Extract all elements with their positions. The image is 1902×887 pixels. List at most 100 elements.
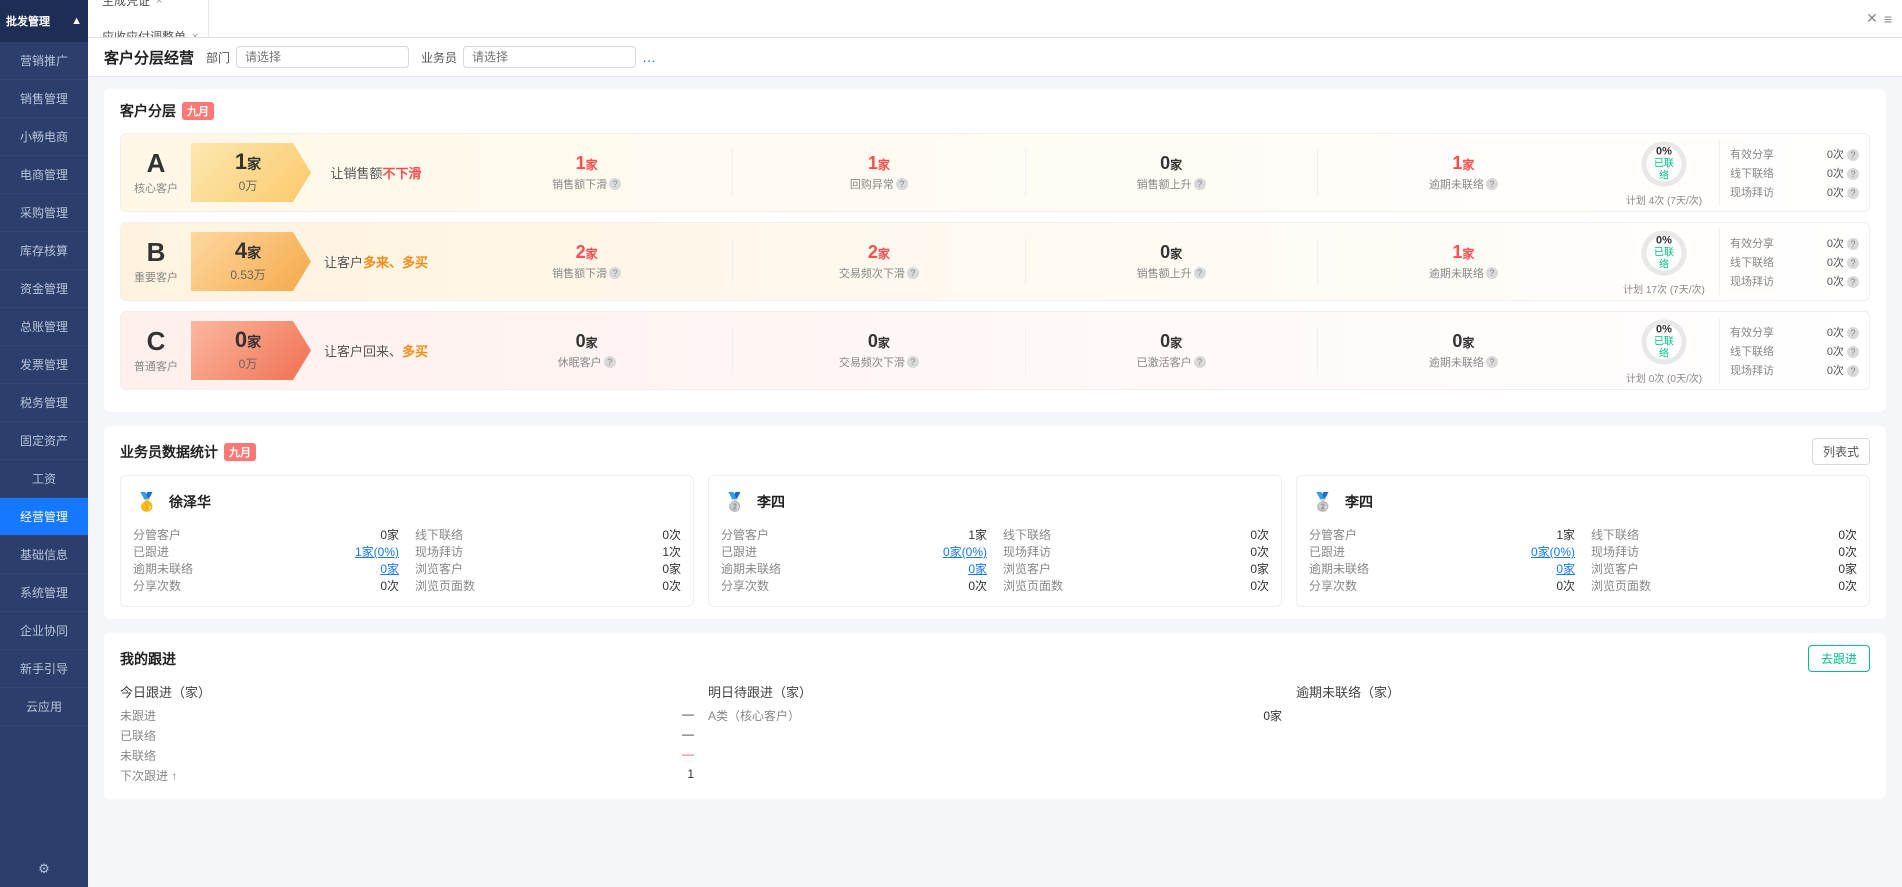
stat-label-B-0: 销售额下滑 ? xyxy=(552,265,621,281)
sp-avatar-0: 🥇 xyxy=(133,488,161,516)
meta-label-A-0: 有效分享 xyxy=(1730,146,1774,162)
salesperson-card-2: 🥈 李四 分管客户 1家 已跟进 0家(0%) 逾期未联络 0家 分享次数 0次… xyxy=(1296,475,1870,607)
dept-label: 部门 xyxy=(206,49,230,66)
sp-stat-left-0-3: 分享次数 0次 xyxy=(133,577,399,594)
sidebar: 批发管理 ▲ 营销推广销售管理小畅电商电商管理采购管理库存核算资金管理总账管理发… xyxy=(0,0,88,887)
tier-meta-C: 有效分享 0次 ?线下联络 0次 ?现场拜访 0次 ? xyxy=(1719,318,1869,384)
sales-month-badge: 九月 xyxy=(224,443,256,461)
sp-stats-left-0: 分管客户 0家 已跟进 1家(0%) 逾期未联络 0家 分享次数 0次 xyxy=(133,526,399,594)
sidebar-item-2[interactable]: 小畅电商 xyxy=(0,118,88,156)
sp-stats-right-0: 线下联络 0次 现场拜访 1次 浏览客户 0家 浏览页面数 0次 xyxy=(415,526,681,594)
tier-stat-B-2[interactable]: 0家 销售额上升 ? xyxy=(1026,238,1318,285)
sp-stat-left-0-2: 逾期未联络 0家 xyxy=(133,560,399,577)
tab-menu-icon[interactable]: ≡ xyxy=(1884,11,1892,27)
stat-num-A-3: 1家 xyxy=(1452,153,1474,174)
tier-row-C: C 普通客户 0家 0万 让客户回来、多买0家 休眠客户 ?0家 交易频次下滑 … xyxy=(120,311,1870,390)
meta-value-B-2: 0次 ? xyxy=(1827,273,1859,289)
sp-stat-left-2-0: 分管客户 1家 xyxy=(1309,526,1575,543)
tab-close-icon[interactable]: ✕ xyxy=(1866,10,1878,27)
sp-stats-left-1: 分管客户 1家 已跟进 0家(0%) 逾期未联络 0家 分享次数 0次 xyxy=(721,526,987,594)
sidebar-item-6[interactable]: 资金管理 xyxy=(0,270,88,308)
meta-label-B-1: 线下联络 xyxy=(1730,254,1774,270)
tier-stat-C-2[interactable]: 0家 已激活客户 ? xyxy=(1026,327,1318,374)
sidebar-item-5[interactable]: 库存核算 xyxy=(0,232,88,270)
sidebar-item-8[interactable]: 发票管理 xyxy=(0,346,88,384)
today-row-3: 下次跟进 ↑ 1 xyxy=(120,767,694,784)
sidebar-item-9[interactable]: 税务管理 xyxy=(0,384,88,422)
filter-more-icon[interactable]: … xyxy=(642,49,656,65)
sidebar-title: 批发管理 xyxy=(6,13,50,29)
sp-header-1: 🥈 李四 xyxy=(721,488,1269,516)
stat-label-C-0: 休眠客户 ? xyxy=(558,354,616,370)
tomorrow-rows: A类（核心客户） 0家 xyxy=(708,707,1282,724)
sidebar-item-12[interactable]: 经营管理 xyxy=(0,498,88,536)
sp-stat-right-2-3: 浏览页面数 0次 xyxy=(1591,577,1857,594)
stat-label-B-1: 交易频次下滑 ? xyxy=(839,265,919,281)
sp-stat-left-1-2: 逾期未联络 0家 xyxy=(721,560,987,577)
sp-stats-grid-1: 分管客户 1家 已跟进 0家(0%) 逾期未联络 0家 分享次数 0次 线下联络… xyxy=(721,526,1269,594)
meta-value-C-1: 0次 ? xyxy=(1827,343,1859,359)
salesperson-card-1: 🥈 李四 分管客户 1家 已跟进 0家(0%) 逾期未联络 0家 分享次数 0次… xyxy=(708,475,1282,607)
tab-5[interactable]: 应收应付调整单× xyxy=(92,19,209,39)
stat-label-A-3: 逾期未联络 ? xyxy=(1429,176,1498,192)
sp-stat-left-2-3: 分享次数 0次 xyxy=(1309,577,1575,594)
tier-count-amount-A: 0万 xyxy=(239,177,258,194)
salesperson-card-0: 🥇 徐泽华 分管客户 0家 已跟进 1家(0%) 逾期未联络 0家 分享次数 0… xyxy=(120,475,694,607)
sidebar-item-7[interactable]: 总账管理 xyxy=(0,308,88,346)
sidebar-item-3[interactable]: 电商管理 xyxy=(0,156,88,194)
tier-stat-C-3[interactable]: 0家 逾期未联络 ? xyxy=(1318,327,1609,374)
sidebar-item-1[interactable]: 销售管理 xyxy=(0,80,88,118)
sidebar-item-13[interactable]: 基础信息 xyxy=(0,536,88,574)
sidebar-item-4[interactable]: 采购管理 xyxy=(0,194,88,232)
sidebar-settings[interactable]: ⚙ xyxy=(0,851,88,887)
followup-tomorrow-title: 明日待跟进（家） xyxy=(708,682,1282,701)
sp-avatar-1: 🥈 xyxy=(721,488,749,516)
tier-stats-C: 0家 休眠客户 ?0家 交易频次下滑 ?0家 已激活客户 ?0家 逾期未联络 ? xyxy=(441,319,1609,382)
salesperson-grid: 🥇 徐泽华 分管客户 0家 已跟进 1家(0%) 逾期未联络 0家 分享次数 0… xyxy=(120,475,1870,607)
stat-num-B-0: 2家 xyxy=(576,242,598,263)
tier-stat-B-0[interactable]: 2家 销售额下滑 ? xyxy=(441,238,733,285)
tier-circle-A: 0% 已联络 计划 4次 (7天/次) xyxy=(1609,134,1719,211)
sp-stat-right-1-3: 浏览页面数 0次 xyxy=(1003,577,1269,594)
tier-stat-A-2[interactable]: 0家 销售额上升 ? xyxy=(1026,149,1318,196)
sales-stats-section: 业务员数据统计 九月 列表式 🥇 徐泽华 分管客户 0家 已跟进 1家(0%) … xyxy=(104,426,1886,619)
tier-stat-A-1[interactable]: 1家 回购异常 ? xyxy=(733,149,1025,196)
tier-stat-A-0[interactable]: 1家 销售额下滑 ? xyxy=(441,149,733,196)
meta-label-A-2: 现场拜访 xyxy=(1730,184,1774,200)
tab-close-5[interactable]: × xyxy=(192,31,198,39)
tier-stat-C-1[interactable]: 0家 交易频次下滑 ? xyxy=(733,327,1025,374)
tab-close-4[interactable]: × xyxy=(156,0,162,7)
sidebar-item-10[interactable]: 固定资产 xyxy=(0,422,88,460)
sidebar-item-16[interactable]: 新手引导 xyxy=(0,650,88,688)
page-title: 客户分层经营 xyxy=(104,47,194,68)
sales-select[interactable] xyxy=(463,46,636,68)
sidebar-item-0[interactable]: 营销推广 xyxy=(0,42,88,80)
dept-select[interactable] xyxy=(236,46,409,68)
circle-container-A: 0% 已联络 xyxy=(1638,138,1690,190)
goto-followup-button[interactable]: 去跟进 xyxy=(1808,645,1870,672)
sidebar-item-14[interactable]: 系统管理 xyxy=(0,574,88,612)
sidebar-expand-icon[interactable]: ▲ xyxy=(71,15,82,27)
tier-stats-A: 1家 销售额下滑 ?1家 回购异常 ?0家 销售额上升 ?1家 逾期未联络 ? xyxy=(441,141,1609,204)
sidebar-items: 营销推广销售管理小畅电商电商管理采购管理库存核算资金管理总账管理发票管理税务管理… xyxy=(0,42,88,726)
tier-letter-C: C xyxy=(147,328,166,354)
page-header: 客户分层经营 部门 业务员 … xyxy=(88,38,1902,77)
tab-4[interactable]: 生成凭证× xyxy=(92,0,209,19)
tier-rows: A 核心客户 1家 0万 让销售额不下滑1家 销售额下滑 ?1家 回购异常 ?0… xyxy=(120,133,1870,390)
circle-sub-C: 计划 0次 (0天/次) xyxy=(1626,370,1702,385)
tier-stat-B-3[interactable]: 1家 逾期未联络 ? xyxy=(1318,238,1609,285)
list-view-button[interactable]: 列表式 xyxy=(1812,438,1870,465)
sp-stat-left-2-1: 已跟进 0家(0%) xyxy=(1309,543,1575,560)
meta-label-A-1: 线下联络 xyxy=(1730,165,1774,181)
tier-stat-C-0[interactable]: 0家 休眠客户 ? xyxy=(441,327,733,374)
sidebar-header: 批发管理 ▲ xyxy=(0,0,88,42)
tier-stat-A-3[interactable]: 1家 逾期未联络 ? xyxy=(1318,149,1609,196)
sidebar-item-11[interactable]: 工资 xyxy=(0,460,88,498)
sidebar-item-15[interactable]: 企业协同 xyxy=(0,612,88,650)
tier-stat-B-1[interactable]: 2家 交易频次下滑 ? xyxy=(733,238,1025,285)
circle-text-A: 0% 已联络 xyxy=(1651,145,1677,182)
tier-slogan-B: 让客户多来、多买 xyxy=(311,244,441,279)
stat-num-C-2: 0家 xyxy=(1160,331,1182,352)
sidebar-item-17[interactable]: 云应用 xyxy=(0,688,88,726)
tier-count-number-B: 4家 xyxy=(235,240,261,262)
